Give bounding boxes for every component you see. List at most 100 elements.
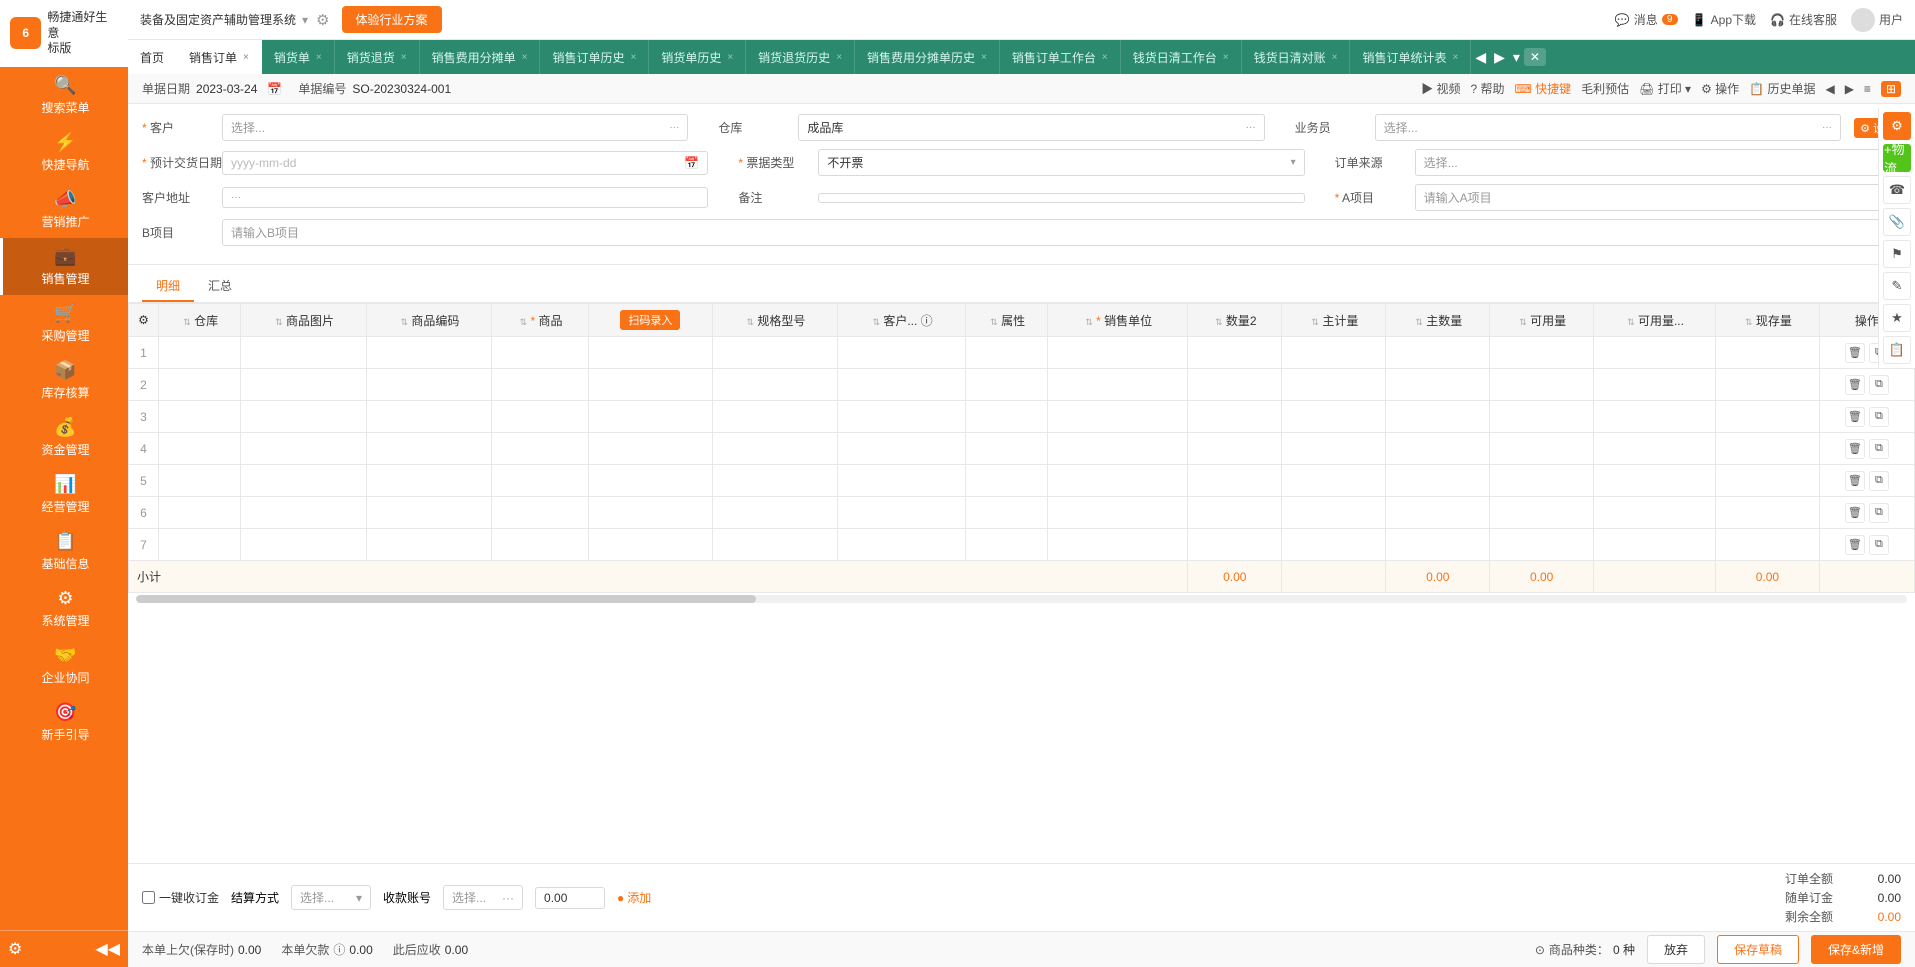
calendar-icon[interactable]: 📅: [267, 82, 282, 96]
tab-cash-reconcile-close[interactable]: ×: [1332, 52, 1338, 63]
tab-expense-split[interactable]: 销售费用分摊单 ×: [420, 40, 541, 74]
row-2-main-unit[interactable]: [1282, 369, 1386, 401]
row-5-delete-btn[interactable]: 🗑: [1845, 471, 1865, 491]
col-settings[interactable]: ⚙: [129, 304, 159, 337]
row-2-spec[interactable]: [712, 369, 837, 401]
row-3-copy-btn[interactable]: ⧉: [1869, 407, 1889, 427]
sidebar-item-inventory[interactable]: 📦 库存核算: [0, 352, 128, 409]
row-1-main-unit[interactable]: [1282, 337, 1386, 369]
row-4-delete-btn[interactable]: 🗑: [1845, 439, 1865, 459]
row-3-main-qty[interactable]: [1386, 401, 1490, 433]
row-1-delete-btn[interactable]: 🗑: [1845, 343, 1865, 363]
sidebar-item-quick-nav[interactable]: ⚡ 快捷导航: [0, 124, 128, 181]
tab-home[interactable]: 首页: [128, 40, 177, 74]
star-btn[interactable]: ★: [1883, 304, 1911, 332]
card-view-btn[interactable]: ⊞: [1881, 81, 1901, 97]
row-3-available2[interactable]: [1594, 401, 1716, 433]
row-1-product[interactable]: [492, 337, 589, 369]
tabs-list-btn[interactable]: ▾: [1509, 49, 1524, 66]
tab-expense-history-close[interactable]: ×: [981, 52, 987, 63]
sidebar-item-search[interactable]: 🔍 搜索菜单: [0, 67, 128, 124]
staff-input[interactable]: 选择... ···: [1375, 114, 1841, 141]
row-1-spec[interactable]: [712, 337, 837, 369]
scan-input-btn[interactable]: 扫码录入: [620, 310, 680, 330]
invoice-select[interactable]: 不开票 ▾: [818, 149, 1304, 176]
row-3-image[interactable]: [241, 401, 366, 433]
tab-order-stats[interactable]: 销售订单统计表 ×: [1350, 40, 1471, 74]
tab-goods-history[interactable]: 销货单历史 ×: [649, 40, 746, 74]
col-scan[interactable]: 扫码录入: [588, 304, 712, 337]
row-1-qty2[interactable]: [1188, 337, 1282, 369]
row-2-current[interactable]: [1715, 369, 1819, 401]
tab-order-history[interactable]: 销售订单历史 ×: [540, 40, 649, 74]
tab-detail[interactable]: 明细: [142, 271, 194, 302]
tab-cash-workbench[interactable]: 钱货日清工作台 ×: [1121, 40, 1242, 74]
row-2-main-qty[interactable]: [1386, 369, 1490, 401]
nav-next-btn[interactable]: ▶: [1845, 82, 1854, 96]
attach-btn[interactable]: 📎: [1883, 208, 1911, 236]
row-3-spec[interactable]: [712, 401, 837, 433]
industry-solution-button[interactable]: 体验行业方案: [342, 6, 442, 33]
add-goods-btn[interactable]: +物流: [1883, 144, 1911, 172]
row-3-current[interactable]: [1715, 401, 1819, 433]
settings-icon[interactable]: ⚙: [316, 11, 329, 29]
sidebar-item-basic-info[interactable]: 📋 基础信息: [0, 523, 128, 580]
row-1-available[interactable]: [1490, 337, 1594, 369]
row-2-available2[interactable]: [1594, 369, 1716, 401]
row-1-unit[interactable]: [1048, 337, 1188, 369]
settings-quick-btn[interactable]: ⚙: [1883, 112, 1911, 140]
tab-sales-order-close[interactable]: ×: [243, 52, 249, 63]
row-2-qty2[interactable]: [1188, 369, 1282, 401]
row-3-delete-btn[interactable]: 🗑: [1845, 407, 1865, 427]
collapse-sidebar-btn[interactable]: ◀◀: [95, 939, 120, 959]
row-7-delete-btn[interactable]: 🗑: [1845, 535, 1865, 555]
row-3-main-unit[interactable]: [1282, 401, 1386, 433]
row-2-product[interactable]: [492, 369, 589, 401]
settings-footer-btn[interactable]: ⚙: [8, 939, 22, 959]
sidebar-item-purchase[interactable]: 🛒 采购管理: [0, 295, 128, 352]
tab-order-workbench[interactable]: 销售订单工作台 ×: [1000, 40, 1121, 74]
row-1-current[interactable]: [1715, 337, 1819, 369]
user-button[interactable]: 用户: [1851, 8, 1903, 32]
row-2-image[interactable]: [241, 369, 366, 401]
row-6-copy-btn[interactable]: ⧉: [1869, 503, 1889, 523]
tab-summary[interactable]: 汇总: [194, 271, 246, 302]
row-1-attr[interactable]: [965, 337, 1047, 369]
row-3-unit[interactable]: [1048, 401, 1188, 433]
row-3-warehouse[interactable]: [159, 401, 241, 433]
sidebar-item-finance[interactable]: 💰 资金管理: [0, 409, 128, 466]
tabs-next-btn[interactable]: ▶: [1490, 49, 1509, 66]
payment-method-select[interactable]: 选择... ▾: [291, 885, 371, 910]
edit-btn[interactable]: ✎: [1883, 272, 1911, 300]
row-1-customer-code[interactable]: [838, 337, 966, 369]
tabs-prev-btn[interactable]: ◀: [1471, 49, 1490, 66]
row-5-copy-btn[interactable]: ⧉: [1869, 471, 1889, 491]
add-payment-btn[interactable]: ● 添加: [617, 889, 651, 906]
row-1-warehouse[interactable]: [159, 337, 241, 369]
order-source-select[interactable]: 选择... ▾: [1415, 149, 1901, 176]
row-3-code[interactable]: [366, 401, 491, 433]
discard-button[interactable]: 放弃: [1647, 935, 1705, 964]
tab-return-history-close[interactable]: ×: [836, 52, 842, 63]
table-scrollbar[interactable]: [128, 593, 1915, 605]
tab-return-history[interactable]: 销货退货历史 ×: [746, 40, 855, 74]
print-btn[interactable]: 🖨 打印 ▾: [1639, 80, 1691, 97]
online-service-button[interactable]: 🎧 在线客服: [1770, 11, 1837, 28]
video-help-btn[interactable]: ▶ 视频: [1421, 80, 1460, 97]
row-3-attr[interactable]: [965, 401, 1047, 433]
tab-cash-workbench-close[interactable]: ×: [1223, 52, 1229, 63]
delivery-input[interactable]: yyyy-mm-dd 📅: [222, 151, 708, 175]
tab-order-history-close[interactable]: ×: [630, 52, 636, 63]
date-value[interactable]: 2023-03-24: [196, 82, 257, 96]
account-select[interactable]: 选择... ···: [443, 885, 523, 910]
tab-return[interactable]: 销货退货 ×: [335, 40, 420, 74]
sidebar-item-operations[interactable]: 📊 经营管理: [0, 466, 128, 523]
row-3-qty2[interactable]: [1188, 401, 1282, 433]
row-6-delete-btn[interactable]: 🗑: [1845, 503, 1865, 523]
tab-sales-order[interactable]: 销售订单 ×: [177, 40, 262, 74]
profit-preview-btn[interactable]: 毛利预估: [1581, 80, 1629, 97]
row-3-product[interactable]: [492, 401, 589, 433]
doc-btn[interactable]: 📋: [1883, 336, 1911, 364]
customer-input[interactable]: 选择... ···: [222, 114, 688, 141]
tab-expense-history[interactable]: 销售费用分摊单历史 ×: [855, 40, 1000, 74]
